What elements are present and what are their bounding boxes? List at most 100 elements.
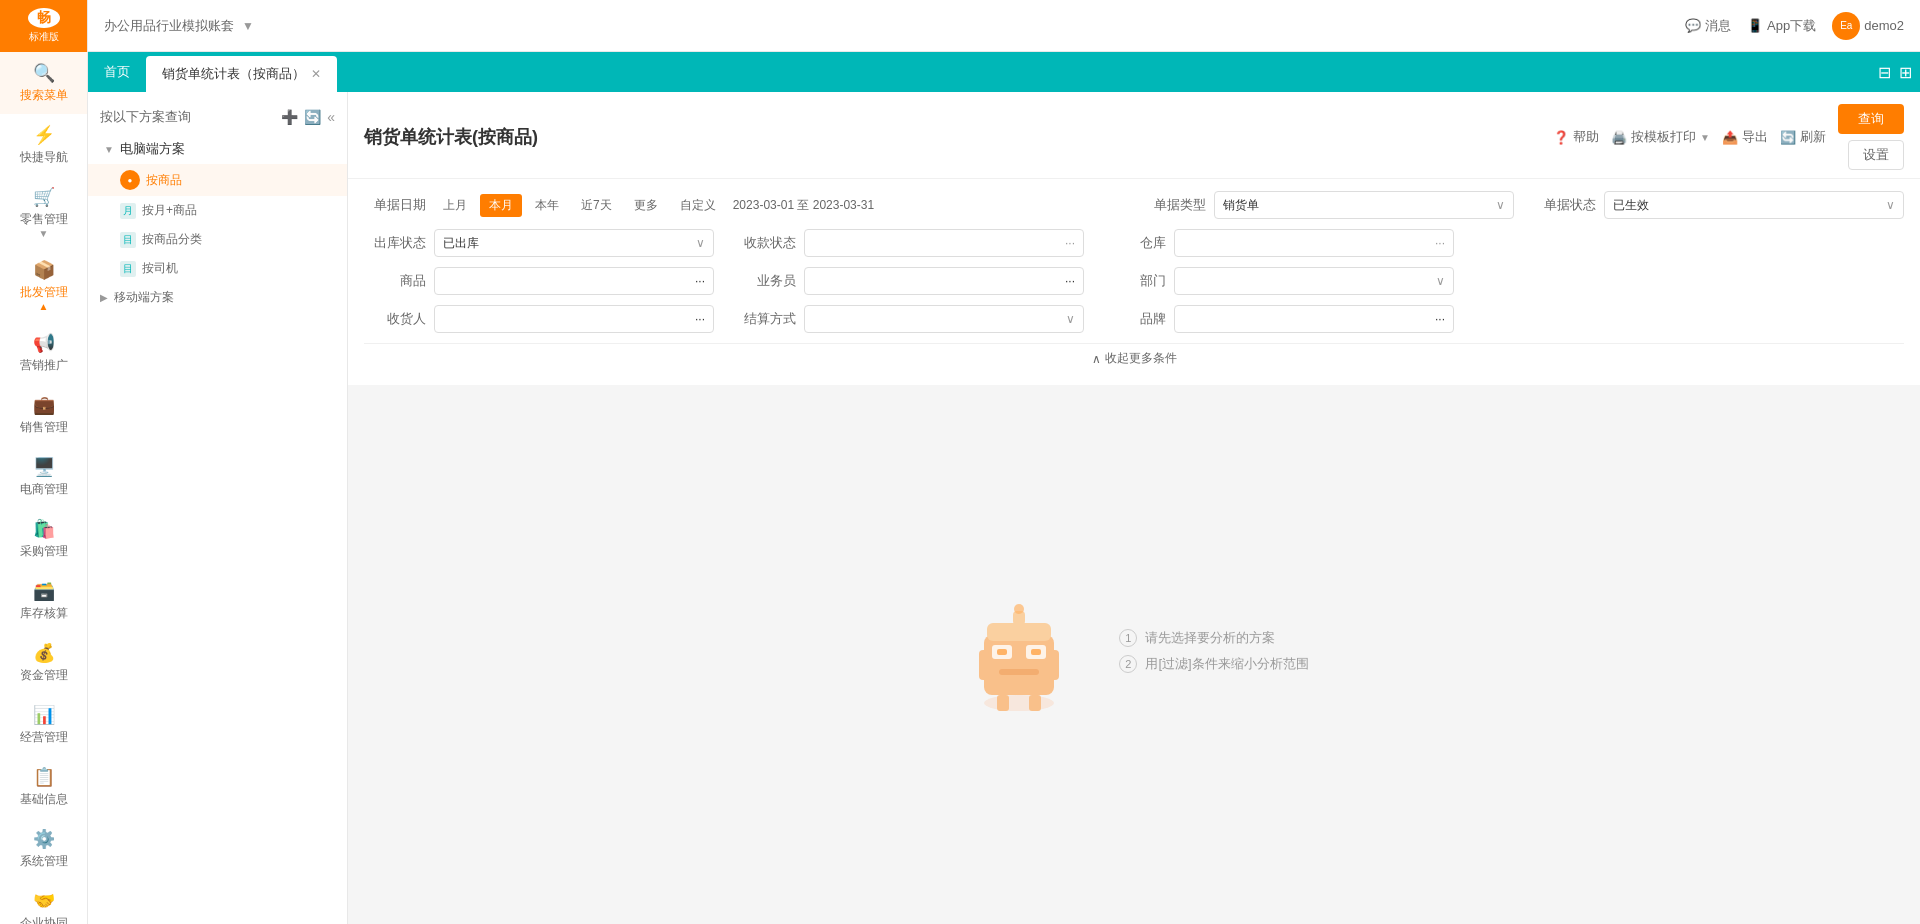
left-panel: 按以下方案查询 ➕ 🔄 « ▼ 电脑端方案 ● 按商品 [88, 92, 348, 924]
dept-label: 部门 [1104, 272, 1174, 290]
refresh-icon: 🔄 [1780, 130, 1796, 145]
right-panel-actions: ❓ 帮助 🖨️ 按模板打印 ▼ 📤 导出 🔄 刷新 [1553, 104, 1904, 170]
date-tab-thismonth[interactable]: 本月 [480, 194, 522, 217]
msg-icon: 💬 [1685, 18, 1701, 33]
sidebar-item-system[interactable]: ⚙️ 系统管理 [0, 818, 87, 880]
filter-row-4: 收货人 ··· 结算方式 ∨ 品牌 ··· [364, 305, 1904, 333]
svg-rect-6 [999, 669, 1039, 675]
msg-button[interactable]: 💬 消息 [1685, 17, 1731, 35]
type-label: 单据类型 [1144, 196, 1214, 214]
sales-icon: 💼 [33, 394, 55, 416]
logo-subtext: 标准版 [29, 30, 59, 44]
sidebar-item-ops[interactable]: 📊 经营管理 [0, 694, 87, 756]
sidebar-search-label: 搜索菜单 [20, 87, 68, 104]
industry-selector[interactable]: 办公用品行业模拟账套 ▼ [104, 17, 254, 35]
status-chevron-icon: ∨ [1886, 198, 1895, 212]
salesman-input[interactable]: ··· [804, 267, 1084, 295]
empty-state: 1 请先选择要分析的方案 2 用[过滤]条件来缩小分析范围 [348, 385, 1920, 924]
collapse-icon: ∧ [1092, 352, 1101, 366]
chevron-up-icon: ▲ [39, 301, 49, 312]
cooperation-icon: 🤝 [33, 890, 55, 912]
step-num-1: 1 [1119, 629, 1137, 647]
dept-select[interactable]: ∨ [1174, 267, 1454, 295]
inventory-icon: 🗃️ [33, 580, 55, 602]
sidebar-item-wholesale[interactable]: 📦 批发管理 ▲ [0, 249, 87, 322]
sidebar-ecom-label: 电商管理 [20, 481, 68, 498]
query-button[interactable]: 查询 [1838, 104, 1904, 134]
status-select[interactable]: 已生效 ∨ [1604, 191, 1904, 219]
sidebar-item-basic[interactable]: 📋 基础信息 [0, 756, 87, 818]
refresh-scheme-icon[interactable]: 🔄 [304, 109, 321, 125]
empty-step-1: 1 请先选择要分析的方案 [1119, 629, 1308, 647]
print-button[interactable]: 🖨️ 按模板打印 ▼ [1611, 128, 1710, 146]
collapse-panel-icon[interactable]: « [327, 109, 335, 125]
receiver-input[interactable]: ··· [434, 305, 714, 333]
sidebar-item-purchase[interactable]: 🛍️ 采购管理 [0, 508, 87, 570]
refresh-button[interactable]: 🔄 刷新 [1780, 128, 1826, 146]
finance-icon: 💰 [33, 642, 55, 664]
ecom-icon: 🖥️ [33, 456, 55, 478]
dept-chevron-icon: ∨ [1436, 274, 1445, 288]
storage-select[interactable]: ··· [1174, 229, 1454, 257]
app-download-button[interactable]: 📱 App下载 [1747, 17, 1816, 35]
print-dropdown-icon[interactable]: ▼ [1700, 132, 1710, 143]
help-button[interactable]: ❓ 帮助 [1553, 128, 1599, 146]
payment-dots-icon: ··· [1065, 236, 1075, 250]
tab-home[interactable]: 首页 [88, 52, 146, 92]
date-tab-custom[interactable]: 自定义 [671, 194, 725, 217]
empty-steps: 1 请先选择要分析的方案 2 用[过滤]条件来缩小分析范围 [1119, 629, 1308, 681]
brand-input[interactable]: ··· [1174, 305, 1454, 333]
sidebar-item-marketing[interactable]: 📢 营销推广 [0, 322, 87, 384]
goods-input[interactable]: ··· [434, 267, 714, 295]
sidebar-item-sales[interactable]: 💼 销售管理 [0, 384, 87, 446]
salesman-label: 业务员 [734, 272, 804, 290]
tree-item-month-goods[interactable]: 月 按月+商品 [88, 196, 347, 225]
sidebar-cooperation-label: 企业协同 [20, 915, 68, 924]
tree-mobile-label: 移动端方案 [114, 289, 174, 306]
tree-item-by-driver[interactable]: 目 按司机 [88, 254, 347, 283]
tree-item-by-goods[interactable]: ● 按商品 [88, 164, 347, 196]
user-avatar: Ea [1832, 12, 1860, 40]
sidebar-sales-label: 销售管理 [20, 419, 68, 436]
settle-chevron-icon: ∨ [1066, 312, 1075, 326]
sidebar-item-retail[interactable]: 🛒 零售管理 ▼ [0, 176, 87, 249]
sidebar-item-finance[interactable]: 💰 资金管理 [0, 632, 87, 694]
tree-item-goods-category-label: 按商品分类 [142, 231, 202, 248]
date-tab-thisyear[interactable]: 本年 [526, 194, 568, 217]
date-tab-more[interactable]: 更多 [625, 194, 667, 217]
svg-rect-11 [987, 623, 1051, 641]
svg-point-13 [1014, 604, 1024, 614]
sidebar-item-ecom[interactable]: 🖥️ 电商管理 [0, 446, 87, 508]
minimize-icon[interactable]: ⊟ [1878, 63, 1891, 82]
brand-label: 品牌 [1104, 310, 1174, 328]
date-tab-lastmonth[interactable]: 上月 [434, 194, 476, 217]
collapse-filters-button[interactable]: ∧ 收起更多条件 [364, 343, 1904, 373]
download-icon: 📱 [1747, 18, 1763, 33]
settle-select[interactable]: ∨ [804, 305, 1084, 333]
sidebar-item-quicknav[interactable]: ⚡ 快捷导航 [0, 114, 87, 176]
home-tab-label: 首页 [104, 63, 130, 81]
svg-rect-8 [1049, 650, 1059, 680]
user-menu[interactable]: Ea demo2 [1832, 12, 1904, 40]
tree-mobile-section[interactable]: ▶ 移动端方案 [88, 283, 347, 312]
sidebar-item-inventory[interactable]: 🗃️ 库存核算 [0, 570, 87, 632]
export-button[interactable]: 📤 导出 [1722, 128, 1768, 146]
tab-close-icon[interactable]: ✕ [311, 67, 321, 81]
goods-label: 商品 [364, 272, 434, 290]
tab-sales-stat[interactable]: 销货单统计表（按商品） ✕ [146, 56, 337, 92]
settings-button[interactable]: 设置 [1848, 140, 1904, 170]
warehouse-chevron-icon: ∨ [696, 236, 705, 250]
tree-item-goods-category[interactable]: 目 按商品分类 [88, 225, 347, 254]
sidebar-logo: 畅 标准版 [0, 0, 87, 52]
empty-step-2: 2 用[过滤]条件来缩小分析范围 [1119, 655, 1308, 673]
add-scheme-icon[interactable]: ➕ [281, 109, 298, 125]
date-tab-7days[interactable]: 近7天 [572, 194, 621, 217]
tree-pc-section[interactable]: ▼ 电脑端方案 [88, 134, 347, 164]
sidebar-item-search[interactable]: 🔍 搜索菜单 [0, 52, 87, 114]
payment-select[interactable]: ··· [804, 229, 1084, 257]
month-goods-icon: 月 [120, 203, 136, 219]
type-select[interactable]: 销货单 ∨ [1214, 191, 1514, 219]
maximize-icon[interactable]: ⊞ [1899, 63, 1912, 82]
warehouse-status-select[interactable]: 已出库 ∨ [434, 229, 714, 257]
sidebar-item-cooperation[interactable]: 🤝 企业协同 [0, 880, 87, 924]
